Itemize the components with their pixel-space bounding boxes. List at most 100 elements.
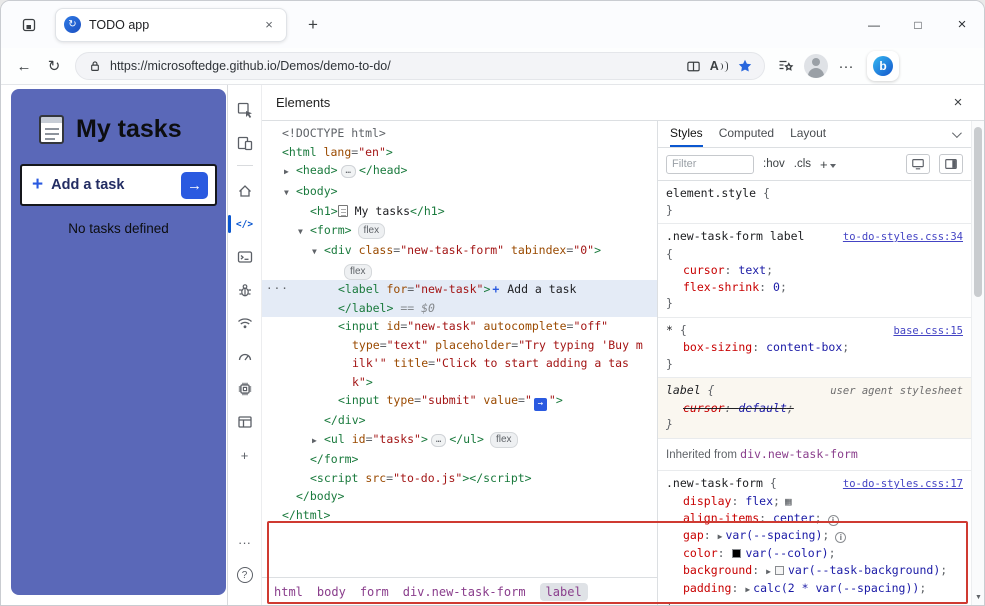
inspect-button[interactable]	[232, 97, 258, 123]
css-property[interactable]: flex-shrink: 0;	[666, 279, 963, 296]
dom-node[interactable]: </label> == $0	[262, 298, 657, 317]
dom-node[interactable]: ▼ <form> flex	[262, 221, 657, 242]
info-icon[interactable]: i	[827, 515, 839, 526]
node-link[interactable]: div.new-task-form	[740, 447, 858, 461]
network-button[interactable]	[232, 310, 258, 336]
dom-node[interactable]: flex	[262, 262, 657, 281]
toggle-hover-state-button[interactable]: :hov	[763, 158, 785, 170]
scrollbar-thumb[interactable]	[974, 127, 982, 297]
dom-node[interactable]: <!DOCTYPE html>	[262, 124, 657, 143]
expand-arrow-icon[interactable]: ▶	[312, 432, 324, 451]
dom-node[interactable]: ▶ <ul id="tasks">… </ul> flex	[262, 430, 657, 451]
expand-arrow-icon[interactable]: ▶	[766, 567, 771, 576]
console-button[interactable]	[232, 244, 258, 270]
collapse-arrow-icon[interactable]: ▼	[284, 184, 296, 203]
dom-node[interactable]: ▼ <body>	[262, 182, 657, 203]
scroll-down-icon[interactable]: ▼	[975, 594, 982, 601]
issues-button[interactable]	[232, 277, 258, 303]
dom-node[interactable]: </div>	[262, 411, 657, 430]
breadcrumb-item[interactable]: div.new-task-form	[403, 585, 526, 599]
toggle-computed-sidebar-button[interactable]	[939, 154, 963, 174]
welcome-button[interactable]	[232, 178, 258, 204]
new-tab-button[interactable]: +	[299, 11, 327, 39]
css-property[interactable]: cursor: default;	[666, 400, 963, 417]
dom-node[interactable]: </form>	[262, 450, 657, 469]
dom-node[interactable]: ▼ <div class="new-task-form" tabindex="0"…	[262, 241, 657, 262]
stylesheet-link[interactable]: to-do-styles.css:17	[835, 476, 963, 493]
stylesheet-link[interactable]: base.css:15	[885, 323, 963, 340]
dom-node[interactable]: <html lang="en">	[262, 143, 657, 162]
expand-arrow-icon[interactable]: ▶	[718, 532, 723, 541]
color-swatch[interactable]	[774, 565, 784, 575]
breadcrumb-item[interactable]: html	[274, 585, 303, 599]
favorite-star-button[interactable]	[732, 54, 758, 78]
node-more-icon[interactable]: ···	[266, 280, 289, 299]
dom-node[interactable]: <input type="submit" value=" → ">	[262, 391, 657, 411]
dom-node[interactable]: ilk'" title="Click to start adding a tas	[262, 354, 657, 373]
flex-badge[interactable]: flex	[489, 431, 518, 448]
refresh-button[interactable]: ↻	[39, 51, 69, 81]
dom-node[interactable]: </body>	[262, 487, 657, 506]
window-close-button[interactable]: ×	[940, 1, 984, 48]
dom-node[interactable]: <input id="new-task" autocomplete="off"	[262, 317, 657, 336]
css-property[interactable]: box-sizing: content-box;	[666, 339, 963, 356]
devtools-close-button[interactable]: ×	[946, 91, 970, 115]
dom-node[interactable]: k">	[262, 373, 657, 392]
split-screen-button[interactable]	[680, 54, 706, 78]
add-task-form[interactable]: + Add a task →	[20, 164, 217, 206]
css-selector[interactable]: label	[666, 382, 701, 399]
dom-node[interactable]: <script src="to-do.js"></script>	[262, 469, 657, 488]
expand-arrow-icon[interactable]: ▶	[745, 585, 750, 594]
css-property[interactable]: padding: ▶ calc(2 * var(--spacing));	[666, 580, 963, 599]
application-button[interactable]	[232, 409, 258, 435]
flex-editor-icon[interactable]: ▦	[785, 495, 792, 508]
css-selector[interactable]: *	[666, 322, 673, 339]
color-swatch[interactable]	[732, 549, 742, 558]
bing-chat-button[interactable]: b	[867, 51, 899, 81]
memory-button[interactable]	[232, 376, 258, 402]
add-task-label[interactable]: Add a task	[51, 177, 173, 193]
settings-more-button[interactable]: ···	[831, 51, 861, 81]
elements-tab-button[interactable]: </>	[227, 211, 258, 237]
styles-filter-input[interactable]	[666, 154, 754, 174]
tab-styles[interactable]: Styles	[670, 121, 703, 147]
stylesheet-origin[interactable]: user agent stylesheet	[822, 383, 963, 400]
dom-node[interactable]: type="text" placeholder="Try typing 'Buy…	[262, 336, 657, 355]
css-property[interactable]: cursor: text;	[666, 262, 963, 279]
breadcrumb-item[interactable]: label	[539, 582, 588, 601]
info-icon[interactable]: i	[835, 531, 847, 543]
css-property[interactable]: background: ▶ var(--task-background);	[666, 562, 963, 581]
new-style-rule-button[interactable]: +	[820, 157, 836, 172]
minimize-button[interactable]: —	[852, 1, 896, 48]
dom-node[interactable]: ▶ <head>… </head>	[262, 161, 657, 182]
back-button[interactable]: ←	[9, 51, 39, 81]
toggle-class-button[interactable]: .cls	[794, 158, 811, 170]
more-tools-button[interactable]: +	[232, 442, 258, 468]
css-property[interactable]: align-items: center; i	[666, 510, 963, 527]
dom-node[interactable]: </html>	[262, 506, 657, 525]
dom-node[interactable]: ··· <label for="new-task"> + Add a task	[262, 280, 657, 299]
styles-scrollbar[interactable]: ▼	[971, 121, 984, 605]
css-selector[interactable]: element.style	[666, 185, 756, 202]
read-aloud-button[interactable]: A	[706, 54, 732, 78]
tab-computed[interactable]: Computed	[719, 121, 774, 147]
active-tab[interactable]: ↻ TODO app ×	[55, 7, 287, 42]
collapsed-content-icon[interactable]: …	[340, 165, 356, 178]
collapse-arrow-icon[interactable]: ▼	[312, 243, 324, 262]
performance-button[interactable]	[232, 343, 258, 369]
css-selector[interactable]: .new-task-form label	[666, 228, 804, 245]
flex-badge[interactable]: flex	[344, 263, 372, 280]
css-property[interactable]: color: var(--color);	[666, 545, 963, 562]
collapse-arrow-icon[interactable]: ▼	[298, 223, 310, 242]
stylesheet-link[interactable]: to-do-styles.css:34	[835, 229, 963, 246]
device-emulation-button[interactable]	[232, 130, 258, 156]
tab-close-button[interactable]: ×	[260, 16, 278, 34]
css-selector[interactable]: .new-task-form	[666, 475, 763, 492]
customize-devtools-button[interactable]: ···	[232, 529, 258, 555]
expand-arrow-icon[interactable]: ▶	[284, 163, 296, 182]
help-button[interactable]: ?	[232, 562, 258, 588]
css-property[interactable]: gap: ▶ var(--spacing); i	[666, 527, 963, 546]
flex-badge[interactable]: flex	[357, 222, 386, 239]
tab-actions-button[interactable]	[15, 11, 43, 39]
breadcrumb-item[interactable]: form	[360, 585, 389, 599]
